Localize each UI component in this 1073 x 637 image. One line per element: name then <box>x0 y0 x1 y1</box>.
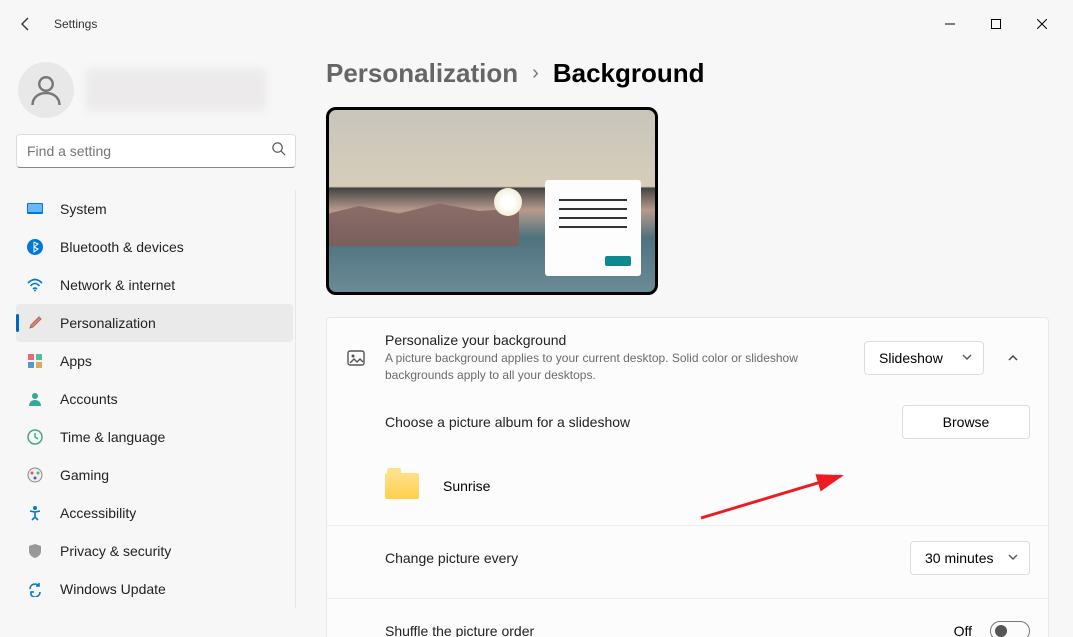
titlebar: Settings <box>0 0 1073 48</box>
sidebar: System Bluetooth & devices Network & int… <box>0 48 300 637</box>
sidebar-item-label: Personalization <box>60 315 156 331</box>
sidebar-item-gaming[interactable]: Gaming <box>16 456 293 494</box>
album-title: Choose a picture album for a slideshow <box>385 414 630 430</box>
preview-window-mock <box>545 180 641 276</box>
update-icon <box>26 580 44 598</box>
row-subtitle: A picture background applies to your cur… <box>385 350 825 385</box>
gaming-icon <box>26 466 44 484</box>
picture-icon <box>345 348 367 368</box>
row-title: Shuffle the picture order <box>385 623 936 637</box>
folder-icon <box>385 473 419 499</box>
sidebar-item-label: Network & internet <box>60 277 175 293</box>
sidebar-item-bluetooth[interactable]: Bluetooth & devices <box>16 228 293 266</box>
clock-icon <box>26 428 44 446</box>
sidebar-item-apps[interactable]: Apps <box>16 342 293 380</box>
system-icon <box>26 200 44 218</box>
user-info-redacted <box>86 69 266 111</box>
window-title: Settings <box>54 17 97 31</box>
sidebar-item-label: System <box>60 201 107 217</box>
browse-button[interactable]: Browse <box>902 405 1030 439</box>
paint-icon <box>26 314 44 332</box>
desktop-preview <box>326 107 658 295</box>
dropdown-value: 30 minutes <box>925 550 993 566</box>
user-panel[interactable] <box>16 54 296 134</box>
apps-icon <box>26 352 44 370</box>
back-button[interactable] <box>8 6 44 42</box>
minimize-button[interactable] <box>927 8 973 40</box>
shield-icon <box>26 542 44 560</box>
shuffle-row: Shuffle the picture order Off <box>327 599 1048 637</box>
collapse-button[interactable] <box>996 341 1030 375</box>
row-title: Personalize your background <box>385 332 846 348</box>
avatar <box>18 62 74 118</box>
chevron-down-icon <box>1007 550 1019 566</box>
maximize-button[interactable] <box>973 8 1019 40</box>
sidebar-item-accounts[interactable]: Accounts <box>16 380 293 418</box>
bluetooth-icon <box>26 238 44 256</box>
row-title: Change picture every <box>385 550 892 566</box>
interval-dropdown[interactable]: 30 minutes <box>910 541 1030 575</box>
sidebar-item-label: Bluetooth & devices <box>60 239 184 255</box>
background-mode-dropdown[interactable]: Slideshow <box>864 341 984 375</box>
shuffle-toggle[interactable] <box>990 621 1030 637</box>
sidebar-item-network[interactable]: Network & internet <box>16 266 293 304</box>
chevron-down-icon <box>961 350 973 366</box>
sidebar-item-personalization[interactable]: Personalization <box>16 304 293 342</box>
sidebar-item-system[interactable]: System <box>16 190 293 228</box>
sidebar-item-time[interactable]: Time & language <box>16 418 293 456</box>
selected-folder[interactable]: Sunrise <box>385 473 1030 499</box>
main-content: Personalization › Background Personalize… <box>300 48 1073 637</box>
sidebar-item-label: Apps <box>60 353 92 369</box>
background-mode-row: Personalize your background A picture ba… <box>327 318 1048 399</box>
sidebar-item-label: Accessibility <box>60 505 136 521</box>
sidebar-item-accessibility[interactable]: Accessibility <box>16 494 293 532</box>
interval-row: Change picture every 30 minutes <box>327 526 1048 590</box>
search-input[interactable] <box>16 134 296 168</box>
sidebar-item-privacy[interactable]: Privacy & security <box>16 532 293 570</box>
breadcrumb: Personalization › Background <box>326 58 1049 89</box>
sidebar-item-label: Accounts <box>60 391 118 407</box>
breadcrumb-current: Background <box>553 58 705 89</box>
toggle-state-label: Off <box>954 623 972 637</box>
close-button[interactable] <box>1019 8 1065 40</box>
sidebar-item-label: Time & language <box>60 429 165 445</box>
chevron-right-icon: › <box>532 62 539 85</box>
dropdown-value: Slideshow <box>879 350 943 366</box>
sidebar-item-label: Privacy & security <box>60 543 171 559</box>
accessibility-icon <box>26 504 44 522</box>
search-icon <box>271 141 286 161</box>
folder-name: Sunrise <box>443 478 490 494</box>
wifi-icon <box>26 276 44 294</box>
breadcrumb-parent[interactable]: Personalization <box>326 58 518 89</box>
sidebar-item-label: Windows Update <box>60 581 166 597</box>
sidebar-item-update[interactable]: Windows Update <box>16 570 293 608</box>
accounts-icon <box>26 390 44 408</box>
sidebar-item-label: Gaming <box>60 467 109 483</box>
